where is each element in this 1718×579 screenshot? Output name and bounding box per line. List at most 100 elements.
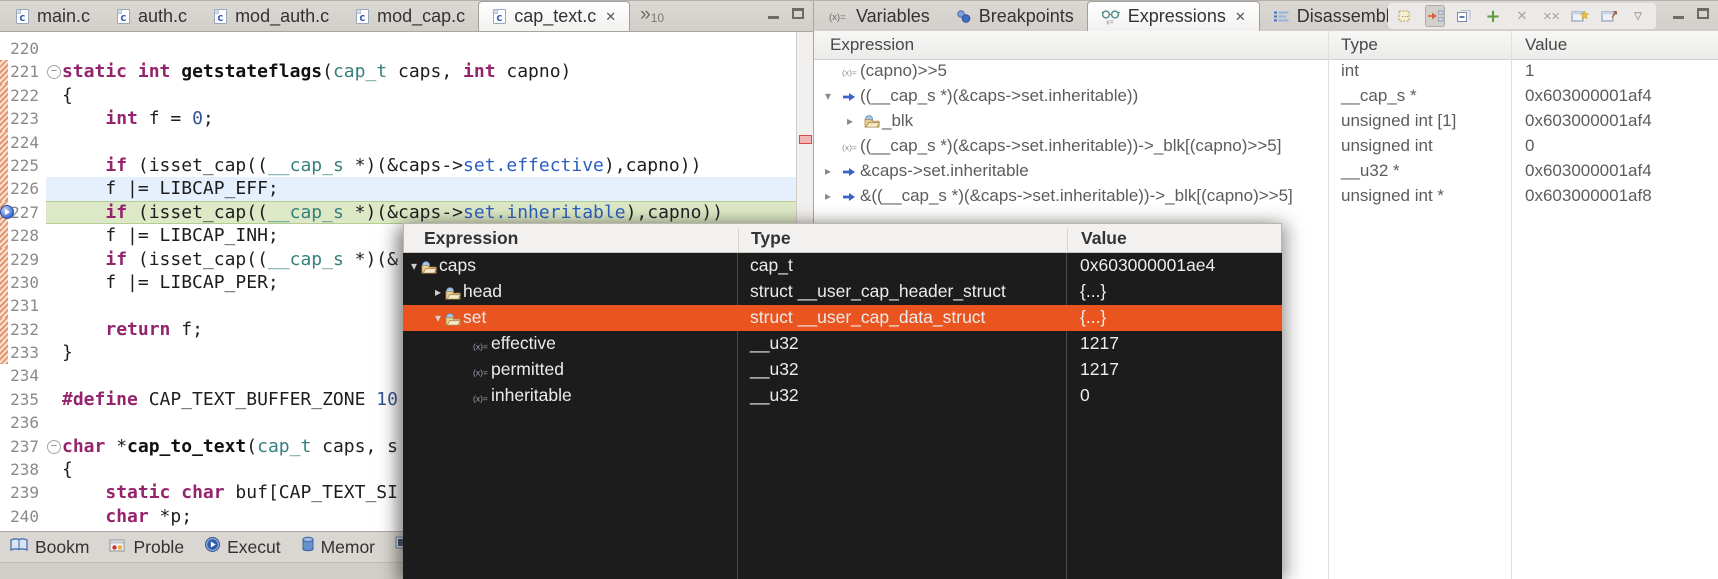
- fold-collapse-icon[interactable]: −: [47, 65, 61, 80]
- line-number[interactable]: 236: [8, 411, 46, 434]
- expression-cell[interactable]: ((__cap_s *)(&caps->set.inheritable))->_…: [860, 136, 1281, 156]
- tree-expanded-icon[interactable]: ▾: [411, 259, 417, 273]
- code-text[interactable]: {: [62, 458, 73, 481]
- minimize-icon[interactable]: [768, 16, 779, 19]
- line-number[interactable]: 225: [8, 154, 46, 177]
- line-number[interactable]: 233: [8, 341, 46, 364]
- tree-collapsed-icon[interactable]: ▸: [435, 285, 441, 299]
- view-menu-icon[interactable]: ▽: [1628, 5, 1648, 27]
- code-text[interactable]: if (isset_cap((__cap_s *)(&: [62, 248, 398, 271]
- column-divider[interactable]: [1067, 228, 1068, 252]
- pin-view-icon[interactable]: [1599, 5, 1619, 27]
- expression-row[interactable]: ▾ ((__cap_s *)(&caps->set.inheritable)) __…: [814, 84, 1718, 109]
- view-fast-button-memor[interactable]: Memor: [301, 536, 375, 558]
- code-text[interactable]: }: [62, 341, 73, 364]
- popup-variable-row[interactable]: ▾ caps cap_t 0x603000001ae4: [403, 253, 1282, 279]
- popup-variable-row[interactable]: (x)= effective __u32 1217: [403, 331, 1282, 357]
- editor-tab-mod_auth-c[interactable]: c mod_auth.c: [200, 1, 342, 31]
- code-text[interactable]: if (isset_cap((__cap_s *)(&caps->set.inh…: [62, 201, 723, 224]
- view-fast-button-proble[interactable]: Proble: [109, 537, 184, 558]
- line-number[interactable]: 231: [8, 294, 46, 317]
- expression-row[interactable]: ▸ &((__cap_s *)(&caps->set.inheritable))-…: [814, 184, 1718, 209]
- line-number[interactable]: 230: [8, 271, 46, 294]
- code-text[interactable]: static char buf[CAP_TEXT_SI: [62, 481, 398, 504]
- line-number[interactable]: 239: [8, 481, 46, 504]
- code-text[interactable]: f |= LIBCAP_INH;: [62, 224, 278, 247]
- tab-overflow-chevron[interactable]: » 10: [630, 1, 670, 31]
- expression-row[interactable]: ▸ &caps->set.inheritable __u32 * 0x60300000…: [814, 159, 1718, 184]
- tree-expanded-icon[interactable]: ▾: [435, 311, 441, 325]
- tree-collapsed-icon[interactable]: ▸: [847, 114, 853, 128]
- close-icon[interactable]: ✕: [1233, 9, 1246, 25]
- expression-cell[interactable]: (capno)>>5: [860, 61, 947, 81]
- code-text[interactable]: return f;: [62, 318, 203, 341]
- code-line[interactable]: 224: [0, 130, 796, 154]
- code-line[interactable]: 227 if (isset_cap((__cap_s *)(&caps->set…: [0, 200, 796, 225]
- code-text[interactable]: static int getstateflags(cap_t caps, int…: [62, 60, 571, 83]
- expression-row[interactable]: ▸ _blk unsigned int [1] 0x603000001af4: [814, 109, 1718, 134]
- view-fast-button-execut[interactable]: Execut: [204, 536, 281, 558]
- code-line[interactable]: 220: [0, 37, 796, 60]
- code-line[interactable]: 223 int f = 0;: [0, 107, 796, 131]
- line-number[interactable]: 240: [8, 505, 46, 528]
- line-number[interactable]: 232: [8, 318, 46, 341]
- expression-cell[interactable]: ((__cap_s *)(&caps->set.inheritable)): [860, 86, 1138, 106]
- code-text[interactable]: char *cap_to_text(cap_t caps, s: [62, 435, 398, 458]
- line-number[interactable]: 222: [8, 84, 46, 107]
- line-number[interactable]: 237: [8, 435, 46, 458]
- expression-cell[interactable]: &((__cap_s *)(&caps->set.inheritable))->…: [860, 186, 1293, 206]
- expression-row[interactable]: (x)= ((__cap_s *)(&caps->set.inheritable)…: [814, 134, 1718, 159]
- view-fast-button-bookm[interactable]: Bookm: [9, 537, 89, 558]
- expression-row[interactable]: (x)= (capno)>>5 int 1: [814, 59, 1718, 84]
- expression-cell[interactable]: &caps->set.inheritable: [860, 161, 1029, 181]
- remove-expression-icon[interactable]: ✕: [1512, 5, 1532, 27]
- popup-variable-row[interactable]: ▸ head struct __user_cap_header_struct {...…: [403, 279, 1282, 305]
- close-icon[interactable]: ✕: [603, 9, 616, 25]
- popup-variable-row[interactable]: (x)= permitted __u32 1217: [403, 357, 1282, 383]
- fold-collapse-icon[interactable]: −: [47, 439, 61, 454]
- code-line[interactable]: 225 if (isset_cap((__cap_s *)(&caps->set…: [0, 153, 796, 178]
- line-number[interactable]: 221: [8, 60, 46, 83]
- show-logical-structure-icon[interactable]: [1425, 5, 1445, 27]
- collapse-all-icon[interactable]: [1454, 5, 1474, 27]
- code-text[interactable]: f |= LIBCAP_EFF;: [62, 177, 278, 200]
- code-line[interactable]: 222 {: [0, 83, 796, 108]
- remove-all-expressions-icon[interactable]: ✕✕: [1541, 5, 1561, 27]
- line-number[interactable]: 235: [8, 388, 46, 411]
- minimize-icon[interactable]: [1673, 16, 1684, 19]
- maximize-icon[interactable]: [792, 8, 804, 19]
- line-number[interactable]: 226: [8, 177, 46, 200]
- code-text[interactable]: if (isset_cap((__cap_s *)(&caps->set.eff…: [62, 154, 701, 177]
- column-divider[interactable]: [738, 228, 739, 252]
- code-text[interactable]: #define CAP_TEXT_BUFFER_ZONE 10: [62, 388, 398, 411]
- tree-collapsed-icon[interactable]: ▸: [825, 164, 831, 178]
- overview-annotation-marker[interactable]: [799, 135, 812, 144]
- code-line[interactable]: 226 f |= LIBCAP_EFF;: [0, 177, 796, 201]
- panel-tab-breakpoints[interactable]: Breakpoints: [943, 1, 1087, 31]
- line-number[interactable]: 220: [8, 37, 46, 60]
- panel-tab-variables[interactable]: (x)= Variables: [816, 1, 943, 31]
- code-text[interactable]: {: [62, 84, 73, 107]
- tree-expanded-icon[interactable]: ▾: [825, 89, 831, 103]
- maximize-icon[interactable]: [1697, 8, 1709, 19]
- code-text[interactable]: f |= LIBCAP_PER;: [62, 271, 278, 294]
- popup-variable-row[interactable]: (x)= inheritable __u32 0: [403, 383, 1282, 409]
- panel-tab-expressions[interactable]: x= Expressions ✕: [1086, 1, 1260, 31]
- breakpoint-icon[interactable]: [0, 204, 14, 219]
- show-type-names-icon[interactable]: ⋯: [1396, 5, 1416, 27]
- code-text[interactable]: int f = 0;: [62, 107, 213, 130]
- line-number[interactable]: 223: [8, 107, 46, 130]
- editor-tab-mod_cap-c[interactable]: c mod_cap.c: [342, 1, 478, 31]
- editor-tab-cap_text-c[interactable]: c cap_text.c ✕: [478, 1, 631, 31]
- code-text[interactable]: char *p;: [62, 505, 192, 528]
- line-number[interactable]: 228: [8, 224, 46, 247]
- editor-tab-auth-c[interactable]: c auth.c: [103, 1, 200, 31]
- code-line[interactable]: 221− static int getstateflags(cap_t caps,…: [0, 60, 796, 84]
- editor-tab-main-c[interactable]: c main.c: [2, 1, 103, 31]
- new-view-icon[interactable]: [1570, 5, 1590, 27]
- expression-cell[interactable]: _blk: [882, 111, 913, 131]
- line-number[interactable]: 229: [8, 248, 46, 271]
- add-expression-icon[interactable]: +: [1483, 5, 1503, 27]
- popup-variable-row-selected[interactable]: ▾ set struct __user_cap_data_struct {...}: [403, 305, 1282, 331]
- line-number[interactable]: 224: [8, 131, 46, 154]
